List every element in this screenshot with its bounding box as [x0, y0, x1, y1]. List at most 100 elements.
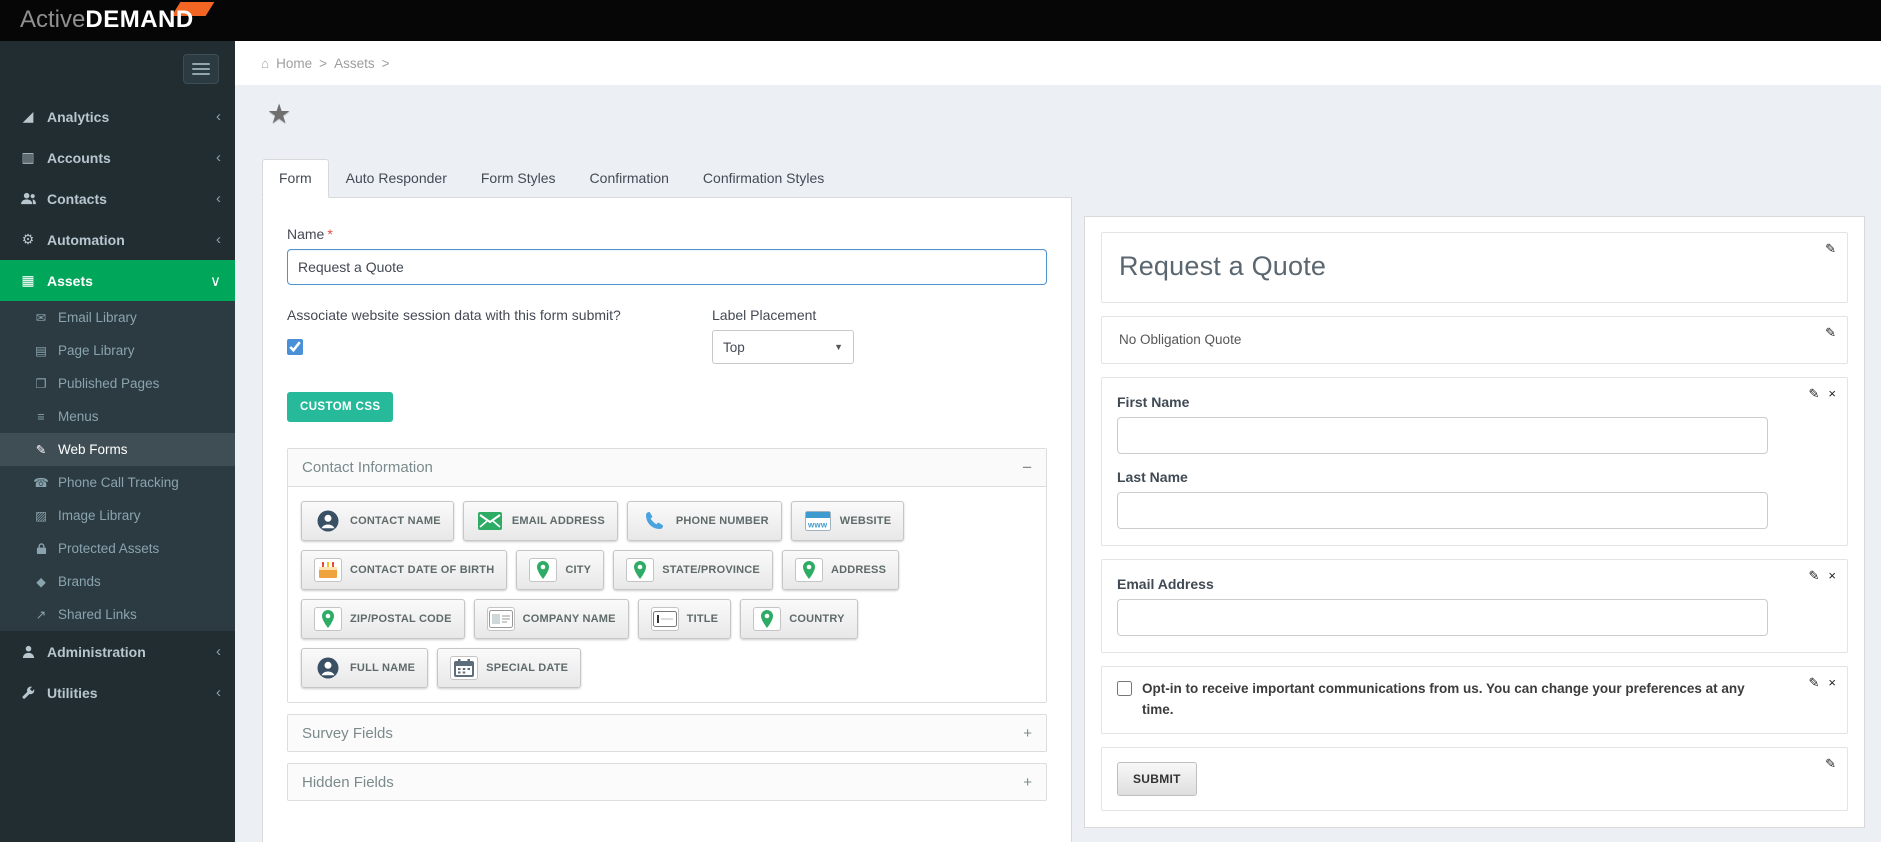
pencil-icon[interactable]: ✎	[1825, 757, 1836, 770]
sidebar-item-published-pages[interactable]: ❐ Published Pages	[0, 367, 235, 400]
chevron-left-icon: ‹	[216, 190, 221, 207]
breadcrumb-home-link[interactable]: Home	[276, 56, 312, 71]
automation-icon: ⚙	[21, 231, 35, 247]
preview-name-fields-card: ✎ × First Name Last Name	[1101, 377, 1848, 546]
field-button-zip-postal-code[interactable]: ZIP/POSTAL CODE	[301, 599, 465, 639]
sidebar-subitem-label: Phone Call Tracking	[58, 475, 179, 490]
pencil-icon[interactable]: ✎	[1825, 242, 1836, 255]
favorite-star-button[interactable]: ★	[267, 99, 291, 130]
sidebar-item-shared-links[interactable]: ↗ Shared Links	[0, 598, 235, 631]
breadcrumb-separator: >	[319, 55, 328, 71]
field-button-email-address[interactable]: EMAIL ADDRESS	[462, 501, 618, 541]
sidebar-item-brands[interactable]: ◆ Brands	[0, 565, 235, 598]
field-button-phone-number[interactable]: PHONE NUMBER	[626, 501, 782, 541]
sidebar-item-web-forms[interactable]: ✎ Web Forms	[0, 433, 235, 466]
hidden-fields-header[interactable]: Hidden Fields +	[287, 763, 1047, 801]
sidebar-item-label: Contacts	[47, 190, 107, 207]
chevron-left-icon: ‹	[216, 149, 221, 166]
assets-submenu: ✉ Email Library ▤ Page Library ❐ Publish…	[0, 301, 235, 631]
field-button-title[interactable]: TITLE	[637, 599, 732, 639]
close-icon[interactable]: ×	[1828, 387, 1836, 400]
analytics-icon: ◢	[22, 108, 34, 124]
optin-checkbox[interactable]	[1117, 681, 1132, 696]
label-placement-label: Label Placement	[712, 307, 817, 323]
close-icon[interactable]: ×	[1828, 676, 1836, 689]
field-button-special-date[interactable]: SPECIAL DATE	[437, 648, 582, 688]
sidebar-item-email-library[interactable]: ✉ Email Library	[0, 301, 235, 334]
website-icon: www	[804, 509, 832, 533]
associate-session-checkbox[interactable]	[287, 339, 303, 355]
close-icon[interactable]: ×	[1828, 569, 1836, 582]
map-pin-icon	[314, 607, 342, 631]
tab-form[interactable]: Form	[262, 159, 329, 198]
field-button-full-name[interactable]: FULL NAME	[301, 648, 429, 688]
chevron-left-icon: ‹	[216, 108, 221, 125]
form-name-input[interactable]	[287, 249, 1047, 285]
field-button-country[interactable]: COUNTRY	[740, 599, 858, 639]
field-button-address[interactable]: ADDRESS	[781, 550, 900, 590]
contact-information-header[interactable]: Contact Information −	[288, 449, 1046, 487]
activedemand-logo[interactable]: ActiveDEMAND	[20, 2, 215, 34]
breadcrumb-assets-link[interactable]: Assets	[334, 56, 375, 71]
email-address-input[interactable]	[1117, 599, 1768, 636]
sidebar-item-administration[interactable]: Administration ‹	[0, 631, 235, 672]
sidebar-item-analytics[interactable]: ◢ Analytics ‹	[0, 96, 235, 137]
sidebar-item-assets[interactable]: ▦ Assets ∨	[0, 260, 235, 301]
accounts-icon: ▥	[21, 149, 35, 165]
field-button-contact-name[interactable]: CONTACT NAME	[301, 501, 454, 541]
form-editor-tabs: Form Auto Responder Form Styles Confirma…	[262, 159, 841, 198]
contacts-icon	[18, 192, 38, 205]
survey-fields-header[interactable]: Survey Fields +	[287, 714, 1047, 752]
pencil-icon[interactable]: ✎	[1809, 569, 1820, 582]
expand-plus-icon: +	[1023, 773, 1032, 791]
tab-form-styles[interactable]: Form Styles	[464, 159, 573, 197]
sidebar-item-automation[interactable]: ⚙ Automation ‹	[0, 219, 235, 260]
tab-confirmation-styles[interactable]: Confirmation Styles	[686, 159, 841, 197]
tab-confirmation[interactable]: Confirmation	[573, 159, 686, 197]
tab-auto-responder[interactable]: Auto Responder	[329, 159, 464, 197]
sidebar-item-contacts[interactable]: Contacts ‹	[0, 178, 235, 219]
sidebar-item-menus[interactable]: ≡ Menus	[0, 400, 235, 433]
lock-icon	[32, 542, 50, 555]
sidebar-item-protected-assets[interactable]: Protected Assets	[0, 532, 235, 565]
email-icon	[476, 509, 504, 533]
pencil-icon[interactable]: ✎	[1825, 326, 1836, 339]
sidebar-item-page-library[interactable]: ▤ Page Library	[0, 334, 235, 367]
first-name-input[interactable]	[1117, 417, 1768, 454]
field-button-city[interactable]: CITY	[516, 550, 605, 590]
field-button-state-province[interactable]: STATE/PROVINCE	[613, 550, 773, 590]
brands-icon: ◆	[36, 575, 46, 589]
field-button-company-name[interactable]: COMPANY NAME	[473, 599, 629, 639]
custom-css-button[interactable]: CUSTOM CSS	[287, 392, 394, 422]
sidebar-toggle-button[interactable]	[183, 54, 219, 84]
pencil-icon[interactable]: ✎	[1809, 387, 1820, 400]
preview-title-card: Request a Quote ✎	[1101, 232, 1848, 303]
sidebar: ◢ Analytics ‹ ▥ Accounts ‹ Contacts ‹ ⚙ …	[0, 41, 235, 842]
submit-button[interactable]: SUBMIT	[1117, 761, 1197, 796]
sidebar-subitem-label: Menus	[58, 409, 99, 424]
sidebar-item-label: Accounts	[47, 149, 111, 166]
field-button-contact-date-of-birth[interactable]: CONTACT DATE OF BIRTH	[301, 550, 508, 590]
home-icon: ⌂	[261, 55, 270, 71]
sidebar-item-image-library[interactable]: ▨ Image Library	[0, 499, 235, 532]
first-name-label: First Name	[1117, 394, 1190, 410]
administration-icon	[18, 645, 38, 658]
sidebar-item-accounts[interactable]: ▥ Accounts ‹	[0, 137, 235, 178]
form-preview-panel: Request a Quote ✎ No Obligation Quote ✎ …	[1084, 216, 1865, 828]
last-name-label: Last Name	[1117, 469, 1188, 485]
last-name-input[interactable]	[1117, 492, 1768, 529]
contact-name-icon	[314, 656, 342, 680]
email-library-icon: ✉	[35, 311, 47, 325]
preview-email-card: ✎ × Email Address	[1101, 559, 1848, 653]
sidebar-item-phone-call-tracking[interactable]: ☎ Phone Call Tracking	[0, 466, 235, 499]
calendar-icon	[450, 656, 479, 680]
pencil-icon[interactable]: ✎	[1809, 676, 1820, 689]
label-placement-value: Top	[723, 339, 745, 355]
image-library-icon: ▨	[35, 509, 47, 523]
sidebar-item-label: Analytics	[47, 108, 110, 125]
field-button-website[interactable]: www WEBSITE	[790, 501, 905, 541]
sidebar-item-utilities[interactable]: Utilities ‹	[0, 672, 235, 713]
label-placement-select[interactable]: Top ▼	[712, 330, 854, 364]
sidebar-subitem-label: Shared Links	[58, 607, 137, 622]
required-asterisk: *	[327, 226, 333, 242]
